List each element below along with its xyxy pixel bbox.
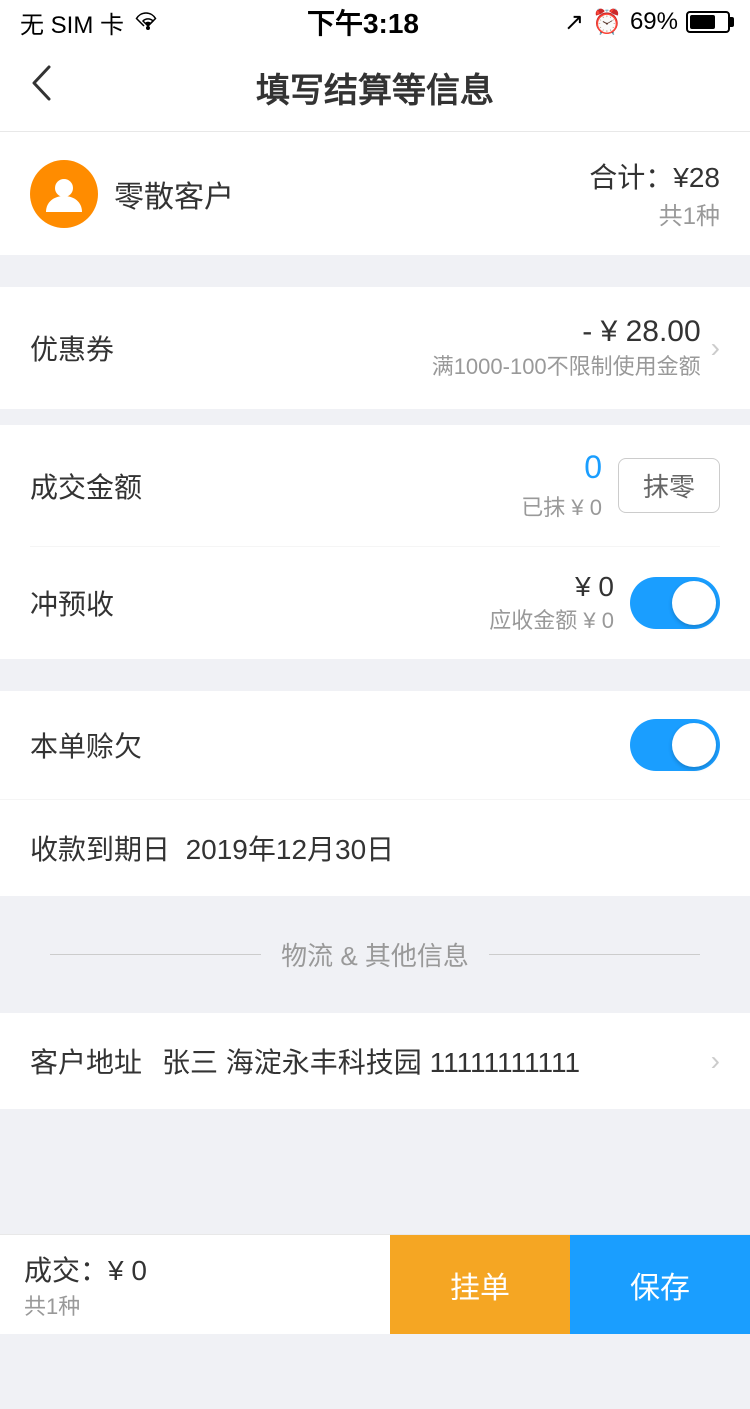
prepayment-values: ¥ 0 应收金额 ¥ 0 [489,571,614,635]
coupon-row[interactable]: 优惠券 - ¥ 28.00 满1000-100不限制使用金额 › [0,287,750,409]
chevron-right-icon: › [711,332,720,364]
prepayment-label: 冲预收 [30,583,114,623]
transaction-sub: 已抹 ¥ 0 [521,490,602,522]
transaction-value: 0 [521,449,602,486]
status-left: 无 SIM 卡 [20,5,162,40]
logistics-header: 物流 & 其他信息 [0,916,750,993]
address-chevron-icon: › [711,1045,720,1077]
divider-1 [0,271,750,287]
divider-4 [0,896,750,916]
customer-left: 零散客户 [30,160,234,228]
customer-row: 零散客户 合计：¥28 共1种 [0,132,750,255]
coupon-right: - ¥ 28.00 满1000-100不限制使用金额 › [432,315,720,381]
prepayment-sub: 应收金额 ¥ 0 [489,603,614,635]
coupon-desc: 满1000-100不限制使用金额 [432,349,701,381]
toggle-knob [672,581,716,625]
divider-2 [0,409,750,425]
customer-total: 合计：¥28 共1种 [589,156,720,231]
coupon-discount: - ¥ 28.00 [432,315,701,349]
coupon-value: - ¥ 28.00 满1000-100不限制使用金额 [432,315,701,381]
nav-bar: 填写结算等信息 [0,44,750,132]
debt-toggle-knob [672,723,716,767]
debt-toggle[interactable] [630,719,720,771]
address-label: 客户地址 [30,1041,142,1081]
back-button[interactable] [30,64,52,111]
address-value: 张三 海淀永丰科技园 11111111111 [162,1041,711,1081]
prepayment-row: 冲预收 ¥ 0 应收金额 ¥ 0 [30,547,720,659]
logistics-label: 物流 & 其他信息 [281,936,469,973]
page-title: 填写结算等信息 [256,63,494,112]
customer-name: 零散客户 [114,172,234,216]
prepayment-value: ¥ 0 [489,571,614,603]
footer-count: 共1种 [24,1289,366,1321]
debt-section: 本单赊欠 [0,691,750,799]
transaction-right: 0 已抹 ¥ 0 抹零 [521,449,720,522]
hang-order-button[interactable]: 挂单 [390,1235,570,1334]
status-bar: 无 SIM 卡 下午3:18 ↗ ⏰ 69% [0,0,750,44]
coupon-label: 优惠券 [30,328,114,368]
battery-percent: 69% [630,8,678,36]
duedate-label: 收款到期日 2019年12月30日 [30,834,394,865]
total-count: 共1种 [589,196,720,231]
prepayment-right: ¥ 0 应收金额 ¥ 0 [489,571,720,635]
customer-avatar [30,160,98,228]
duedate-row: 收款到期日 2019年12月30日 [0,799,750,896]
round-button[interactable]: 抹零 [618,458,720,513]
battery-icon [686,11,730,33]
transaction-amount-row: 成交金额 0 已抹 ¥ 0 抹零 [30,425,720,547]
carrier-text: 无 SIM 卡 [20,5,124,40]
footer: 成交：¥ 0 共1种 挂单 保存 [0,1234,750,1334]
prepayment-toggle[interactable] [630,577,720,629]
footer-info: 成交：¥ 0 共1种 [0,1235,390,1334]
content: 零散客户 合计：¥28 共1种 优惠券 - ¥ 28.00 满1000-100不… [0,132,750,1409]
location-icon: ↗ [564,8,584,37]
status-time: 下午3:18 [307,2,419,42]
address-row[interactable]: 客户地址 张三 海淀永丰科技园 11111111111 › [0,1013,750,1109]
debt-label: 本单赊欠 [30,725,142,765]
save-button[interactable]: 保存 [570,1235,750,1334]
transaction-label: 成交金额 [30,466,142,506]
divider-5 [0,993,750,1013]
footer-amount-label: 成交： [24,1255,108,1286]
wifi-icon [134,8,162,37]
status-right: ↗ ⏰ 69% [564,8,730,37]
footer-amount-value: ¥ 0 [108,1255,147,1286]
total-amount: 合计：¥28 [589,156,720,196]
divider-3 [0,659,750,675]
amount-section: 成交金额 0 已抹 ¥ 0 抹零 冲预收 ¥ 0 应收金额 ¥ 0 [0,425,750,659]
transaction-value-col: 0 已抹 ¥ 0 [521,449,602,522]
footer-amount: 成交：¥ 0 [24,1249,366,1289]
alarm-icon: ⏰ [592,8,622,37]
